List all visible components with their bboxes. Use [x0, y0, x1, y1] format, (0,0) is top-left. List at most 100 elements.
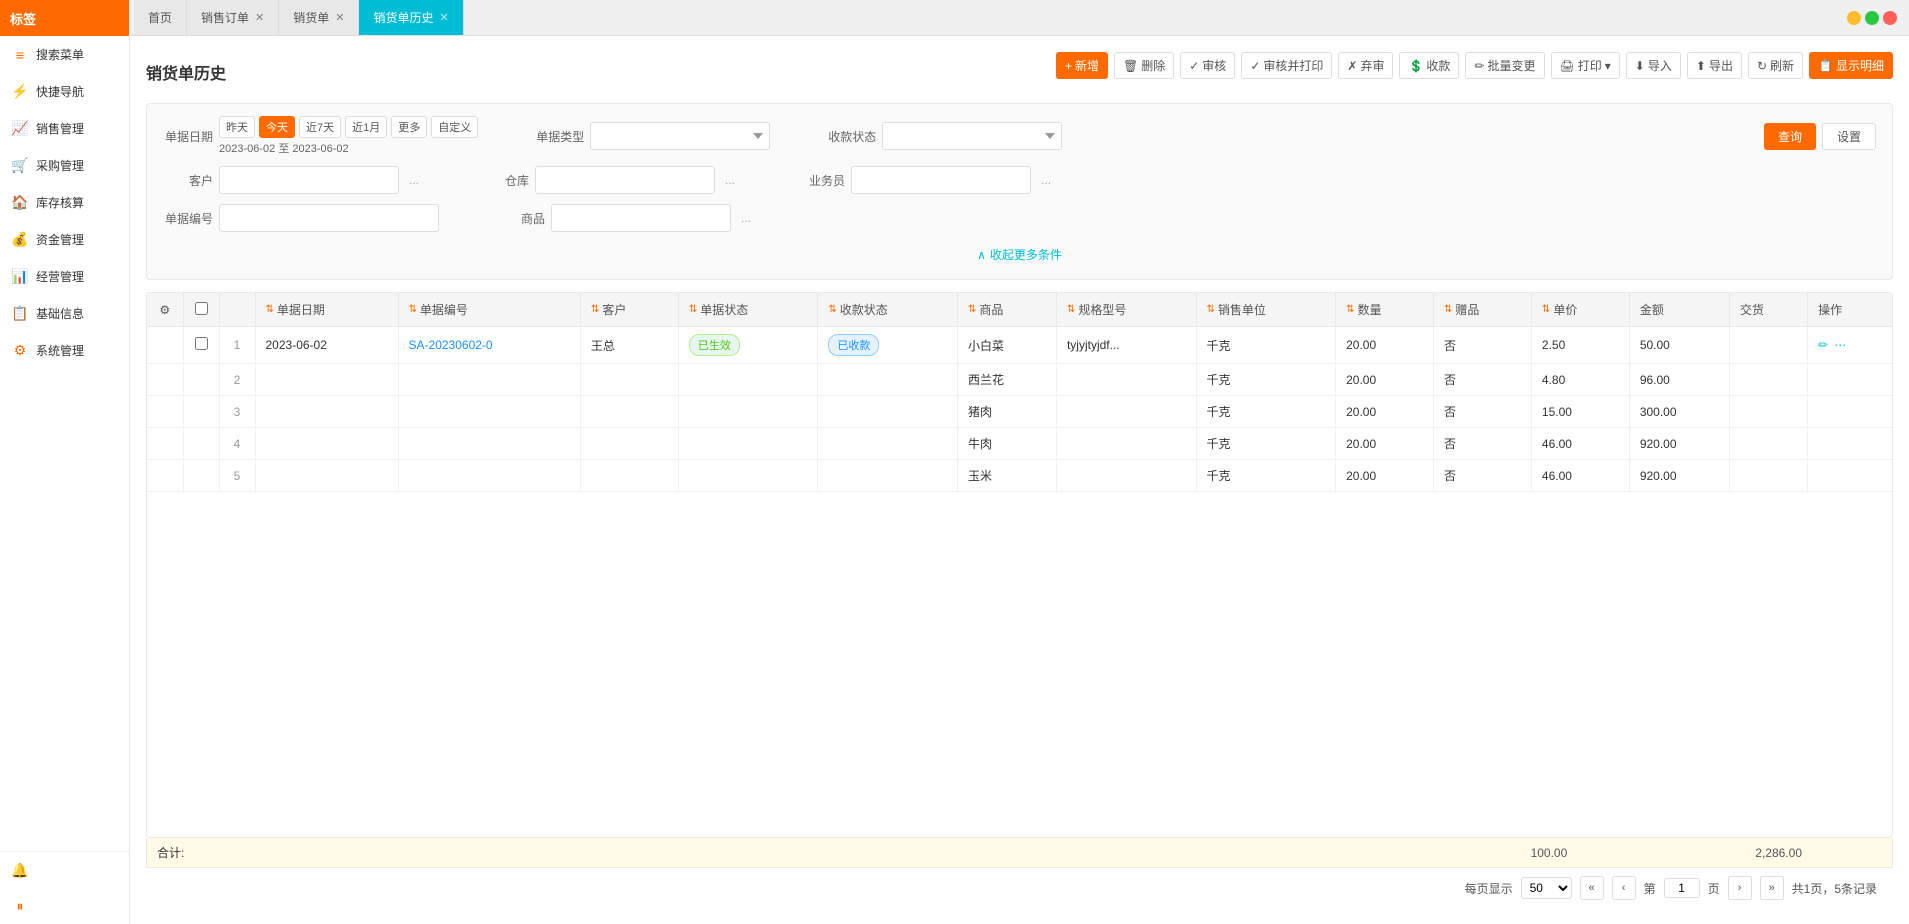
cell-qty: 20.00 — [1336, 460, 1434, 492]
sidebar-item-quick-nav[interactable]: ⚡ 快捷导航 — [0, 73, 129, 110]
page-title: 销货单历史 — [146, 60, 226, 84]
tab-sales-delivery[interactable]: 销货单 ✕ — [279, 0, 359, 35]
cell-delivery — [1729, 460, 1807, 492]
th-doc-no[interactable]: ⇅ 单据编号 — [398, 293, 580, 327]
th-doc-date[interactable]: ⇅ 单据日期 — [255, 293, 398, 327]
page-number-input[interactable] — [1664, 878, 1700, 898]
more-action-btn[interactable]: ⋯ — [1834, 338, 1846, 352]
warehouse-label: 仓库 — [479, 172, 529, 189]
operation-icon: 📊 — [12, 269, 28, 285]
quick-nav-icon: ⚡ — [12, 84, 28, 100]
batch-change-button[interactable]: ✏ 批量变更 — [1465, 52, 1544, 79]
abandon-button[interactable]: ✗ 弃审 — [1338, 52, 1393, 79]
next-page-btn[interactable]: › — [1728, 876, 1752, 900]
doc-no-link[interactable]: SA-20230602-0 — [409, 338, 493, 352]
sidebar-item-operation[interactable]: 📊 经营管理 — [0, 258, 129, 295]
row-checkbox[interactable] — [195, 337, 208, 350]
sidebar-notification[interactable]: 🔔 — [0, 852, 129, 888]
filter-area: 单据日期 昨天 今天 近7天 近1月 更多 自定义 2023-06-02 至 2… — [146, 103, 1893, 280]
audit-print-button[interactable]: ✓ 审核并打印 — [1241, 52, 1332, 79]
th-unit[interactable]: ⇅ 销售单位 — [1196, 293, 1336, 327]
page-label-end: 页 — [1708, 880, 1720, 897]
th-spec[interactable]: ⇅ 规格型号 — [1056, 293, 1196, 327]
th-qty[interactable]: ⇅ 数量 — [1336, 293, 1434, 327]
prev-page-btn[interactable]: ‹ — [1612, 876, 1636, 900]
tab-sales-history[interactable]: 销货单历史 ✕ — [359, 0, 463, 35]
sidebar-item-finance[interactable]: 💰 资金管理 — [0, 221, 129, 258]
th-action: 操作 — [1808, 293, 1892, 327]
main-area: 首页 销售订单 ✕ 销货单 ✕ 销货单历史 ✕ 销货单历史 + 新增 — [130, 0, 1909, 924]
sidebar-item-sys-admin[interactable]: ⚙ 系统管理 — [0, 332, 129, 369]
cell-doc-status — [678, 364, 818, 396]
doc-type-select[interactable] — [590, 122, 770, 150]
show-detail-button[interactable]: 📋 显示明细 — [1809, 52, 1893, 79]
select-all-checkbox[interactable] — [195, 302, 208, 315]
th-customer[interactable]: ⇅ 客户 — [580, 293, 678, 327]
cell-checkbox[interactable] — [183, 428, 219, 460]
th-unit-price[interactable]: ⇅ 单价 — [1531, 293, 1629, 327]
cell-doc-no — [398, 460, 580, 492]
per-page-select[interactable]: 50 100 200 — [1521, 877, 1572, 899]
print-button[interactable]: 🖨 打印 ▾ — [1551, 52, 1620, 79]
th-settings[interactable]: ⚙ — [147, 293, 183, 327]
sidebar-item-purchase-mgmt[interactable]: 🛒 采购管理 — [0, 147, 129, 184]
th-payment-status[interactable]: ⇅ 收款状态 — [818, 293, 958, 327]
cell-customer — [580, 428, 678, 460]
collect-button[interactable]: 💲 收款 — [1399, 52, 1459, 79]
import-button[interactable]: ⬇ 导入 — [1626, 52, 1681, 79]
cell-checkbox[interactable] — [183, 364, 219, 396]
sidebar-item-sales-mgmt[interactable]: 📈 销售管理 — [0, 110, 129, 147]
cell-checkbox[interactable] — [183, 396, 219, 428]
th-checkbox[interactable] — [183, 293, 219, 327]
cell-checkbox[interactable] — [183, 460, 219, 492]
product-input[interactable] — [551, 204, 731, 232]
docno-input[interactable] — [219, 204, 439, 232]
th-product[interactable]: ⇅ 商品 — [957, 293, 1056, 327]
export-button[interactable]: ⬆ 导出 — [1687, 52, 1742, 79]
query-search-button[interactable]: 查询 — [1764, 123, 1816, 150]
th-gift[interactable]: ⇅ 赠品 — [1434, 293, 1532, 327]
tab-bar: 首页 销售订单 ✕ 销货单 ✕ 销货单历史 ✕ — [130, 0, 1909, 36]
salesperson-input[interactable] — [851, 166, 1031, 194]
delete-button[interactable]: 🗑 删除 — [1114, 52, 1174, 79]
edit-action-btn[interactable]: ✏ — [1818, 338, 1828, 352]
window-close-btn[interactable] — [1883, 11, 1897, 25]
customer-more-btn[interactable]: ... — [405, 173, 423, 187]
tab-sales-delivery-close[interactable]: ✕ — [335, 11, 344, 24]
payment-status-select[interactable] — [882, 122, 1062, 150]
first-page-btn[interactable]: « — [1580, 876, 1604, 900]
sidebar-item-inventory[interactable]: 🏠 库存核算 — [0, 184, 129, 221]
date-btn-today[interactable]: 今天 — [259, 116, 295, 138]
cell-checkbox[interactable] — [183, 327, 219, 364]
table-row: 3 猪肉 千克 20.00 否 15.00 300.00 — [147, 396, 1892, 428]
customer-input[interactable] — [219, 166, 399, 194]
sidebar-item-basic-info[interactable]: 📋 基础信息 — [0, 295, 129, 332]
tab-sales-history-close[interactable]: ✕ — [440, 11, 449, 24]
tab-home[interactable]: 首页 — [134, 0, 187, 35]
date-btn-custom[interactable]: 自定义 — [431, 116, 478, 138]
cell-spec — [1056, 460, 1196, 492]
cell-delivery — [1729, 396, 1807, 428]
new-button[interactable]: + 新增 — [1056, 52, 1108, 79]
doc-type-label: 单据类型 — [534, 128, 584, 145]
collapse-filter-button[interactable]: ∧ 收起更多条件 — [163, 242, 1876, 267]
date-btn-more[interactable]: 更多 — [391, 116, 427, 138]
sidebar-item-search-menu[interactable]: ≡ 搜索菜单 — [0, 36, 129, 73]
audit-button[interactable]: ✓ 审核 — [1180, 52, 1235, 79]
sidebar-pause[interactable]: ⏸ — [0, 888, 129, 924]
last-page-btn[interactable]: » — [1760, 876, 1784, 900]
query-setting-button[interactable]: 设置 — [1822, 123, 1876, 150]
date-btn-1month[interactable]: 近1月 — [345, 116, 387, 138]
window-minimize-btn[interactable] — [1847, 11, 1861, 25]
th-doc-status[interactable]: ⇅ 单据状态 — [678, 293, 818, 327]
date-btn-yesterday[interactable]: 昨天 — [219, 116, 255, 138]
tab-sales-order-close[interactable]: ✕ — [255, 11, 264, 24]
refresh-button[interactable]: ↻ 刷新 — [1748, 52, 1803, 79]
warehouse-more-btn[interactable]: ... — [721, 173, 739, 187]
window-maximize-btn[interactable] — [1865, 11, 1879, 25]
tab-sales-order[interactable]: 销售订单 ✕ — [187, 0, 279, 35]
salesperson-more-btn[interactable]: ... — [1037, 173, 1055, 187]
product-more-btn[interactable]: ... — [737, 211, 755, 225]
date-btn-7days[interactable]: 近7天 — [299, 116, 341, 138]
warehouse-input[interactable] — [535, 166, 715, 194]
